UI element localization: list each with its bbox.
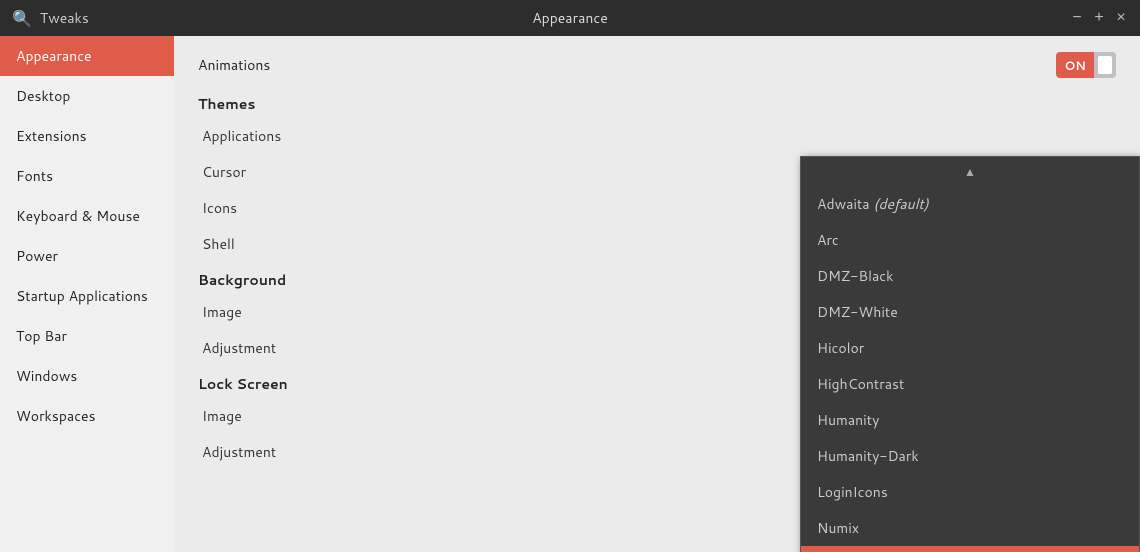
- dropdown-item-highcontrast[interactable]: HighContrast: [801, 366, 1139, 402]
- dropdown-item-dmz-white[interactable]: DMZ-White: [801, 294, 1139, 330]
- main-layout: AppearanceDesktopExtensionsFontsKeyboard…: [0, 36, 1140, 552]
- chevron-up-icon: ▲: [964, 163, 976, 180]
- maximize-button[interactable]: +: [1092, 11, 1106, 25]
- window-controls: − + ×: [1070, 11, 1128, 25]
- dropdown-item-adwaita-default[interactable]: Adwaita (default): [801, 186, 1139, 222]
- sidebar-item-appearance[interactable]: Appearance: [0, 36, 174, 76]
- sidebar-item-power[interactable]: Power: [0, 236, 174, 276]
- sidebar-item-workspaces[interactable]: Workspaces: [0, 396, 174, 436]
- search-icon[interactable]: 🔍: [12, 7, 32, 30]
- dropdown-collapse-btn[interactable]: ▲: [801, 157, 1139, 186]
- titlebar: 🔍 Tweaks Appearance − + ×: [0, 0, 1140, 36]
- app-name: Tweaks: [40, 8, 89, 28]
- section-header-themes: Themes: [198, 94, 1116, 114]
- toggle-on-label: ON: [1056, 57, 1094, 74]
- dropdown-list: Adwaita (default)ArcDMZ-BlackDMZ-WhiteHi…: [801, 186, 1139, 552]
- animations-toggle[interactable]: ON: [1056, 52, 1116, 78]
- dropdown-item-numix-circle[interactable]: Numix-Circle: [801, 546, 1139, 552]
- dropdown-popup: ▲ Adwaita (default)ArcDMZ-BlackDMZ-White…: [800, 156, 1140, 552]
- close-button[interactable]: ×: [1114, 11, 1128, 25]
- sidebar-item-keyboard-mouse[interactable]: Keyboard & Mouse: [0, 196, 174, 236]
- sidebar: AppearanceDesktopExtensionsFontsKeyboard…: [0, 36, 174, 552]
- sidebar-item-fonts[interactable]: Fonts: [0, 156, 174, 196]
- dropdown-item-hicolor[interactable]: Hicolor: [801, 330, 1139, 366]
- sidebar-item-desktop[interactable]: Desktop: [0, 76, 174, 116]
- toggle-thumb: [1094, 52, 1116, 78]
- content-item-applications[interactable]: Applications: [198, 118, 1116, 154]
- dropdown-item-humanity-dark[interactable]: Humanity-Dark: [801, 438, 1139, 474]
- dropdown-item-dmz-black[interactable]: DMZ-Black: [801, 258, 1139, 294]
- animations-row: Animations ON: [198, 52, 1116, 78]
- dropdown-item-arc[interactable]: Arc: [801, 222, 1139, 258]
- dropdown-item-loginicons[interactable]: LoginIcons: [801, 474, 1139, 510]
- window-title: Appearance: [532, 8, 608, 28]
- sidebar-item-startup-applications[interactable]: Startup Applications: [0, 276, 174, 316]
- animations-label: Animations: [198, 55, 270, 75]
- minimize-button[interactable]: −: [1070, 11, 1084, 25]
- dropdown-item-numix[interactable]: Numix: [801, 510, 1139, 546]
- dropdown-item-humanity[interactable]: Humanity: [801, 402, 1139, 438]
- content-area: Animations ON ThemesApplicationsCursorIc…: [174, 36, 1140, 552]
- sidebar-item-windows[interactable]: Windows: [0, 356, 174, 396]
- toggle-thumb-inner: [1098, 56, 1112, 74]
- sidebar-item-extensions[interactable]: Extensions: [0, 116, 174, 156]
- sidebar-item-top-bar[interactable]: Top Bar: [0, 316, 174, 356]
